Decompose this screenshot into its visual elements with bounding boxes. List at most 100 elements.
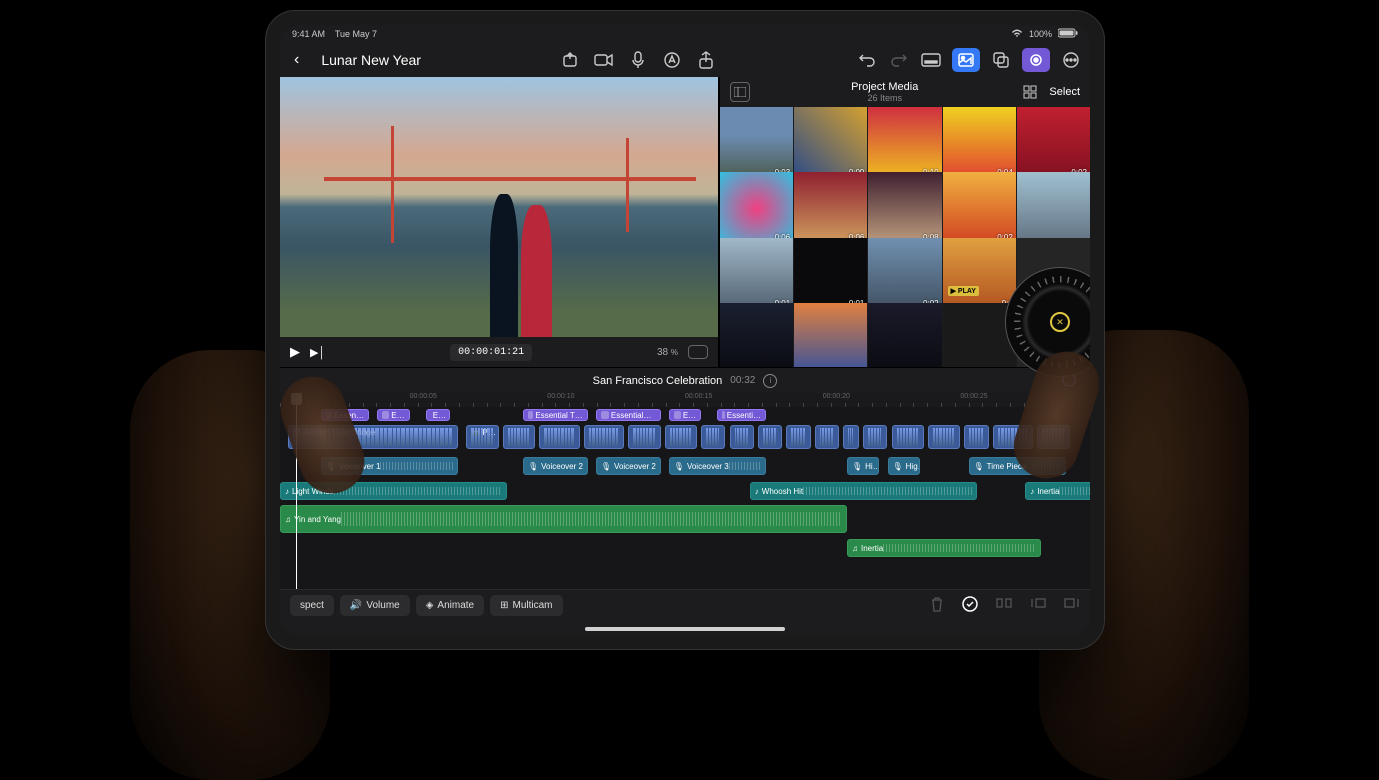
clip-video-clip[interactable]: [503, 425, 535, 449]
clip-video-clip[interactable]: [964, 425, 988, 449]
media-thumbnail[interactable]: 0:06: [720, 172, 793, 245]
redo-icon[interactable]: [888, 49, 910, 71]
trim-end-icon[interactable]: [1064, 596, 1080, 615]
clip-video-clip[interactable]: [665, 425, 697, 449]
clip-video-clip[interactable]: [539, 425, 580, 449]
home-indicator[interactable]: [585, 627, 785, 631]
timeline-ruler[interactable]: 00:00:0500:00:1000:00:1500:00:2000:00:25: [280, 393, 1090, 407]
share-icon[interactable]: [695, 49, 717, 71]
sidebar-toggle-icon[interactable]: [730, 82, 750, 102]
volume-button[interactable]: 🔊Volume: [340, 595, 410, 616]
timecode[interactable]: 00:00:01:21: [450, 344, 532, 361]
clip-video-clip[interactable]: [815, 425, 839, 449]
ruler-mark: 00:00:25: [960, 393, 987, 400]
camera-icon[interactable]: [593, 49, 615, 71]
split-icon[interactable]: [996, 596, 1012, 615]
inspect-button[interactable]: spect: [290, 595, 334, 616]
trash-icon[interactable]: [930, 596, 944, 615]
clip-audio-vo-clip[interactable]: 🎙Hi…: [847, 457, 879, 475]
play-badge: ▶ PLAY: [948, 286, 979, 296]
clip-video-clip[interactable]: [892, 425, 924, 449]
more-icon[interactable]: [1060, 49, 1082, 71]
checkmark-icon[interactable]: [962, 596, 978, 615]
multicam-button[interactable]: ⊞Multicam: [490, 595, 562, 616]
timeline-title: San Francisco Celebration: [593, 375, 723, 387]
viewer-canvas[interactable]: [280, 77, 718, 337]
clip-video-clip[interactable]: [701, 425, 725, 449]
zoom-percent[interactable]: 38 %: [657, 347, 678, 358]
media-thumbnail[interactable]: [720, 303, 793, 367]
media-thumbnail[interactable]: 0:06: [794, 172, 867, 245]
media-thumbnail[interactable]: 0:08: [868, 172, 941, 245]
next-edit-button[interactable]: ▶│: [310, 346, 325, 359]
media-thumbnail[interactable]: 0:10: [868, 107, 941, 180]
media-thumbnail[interactable]: 0:04: [943, 107, 1016, 180]
bottom-toolbar: spect 🔊Volume ◈Animate ⊞Multicam: [280, 589, 1090, 621]
clip-audio-music-clip[interactable]: ♫Yin and Yang: [280, 505, 847, 533]
select-button[interactable]: Select: [1049, 86, 1080, 98]
clip-audio-vo-clip[interactable]: 🎙Voiceover 2: [523, 457, 588, 475]
media-thumbnail[interactable]: 0:02: [868, 238, 941, 311]
status-time: 9:41 AM: [292, 29, 325, 39]
timeline-header: San Francisco Celebration 00:32 i: [280, 367, 1090, 393]
grid-icon: ⊞: [500, 600, 508, 611]
clip-audio-vo-clip[interactable]: 🎙Voiceover 2: [596, 457, 661, 475]
clip-audio-sfx-clip[interactable]: ♪Inertia: [1025, 482, 1090, 500]
play-button[interactable]: ▶: [290, 344, 300, 360]
clip-title-clip[interactable]: Essential T…: [523, 409, 588, 421]
timeline[interactable]: 00:00:0500:00:1000:00:1500:00:2000:00:25…: [280, 393, 1090, 589]
clip-video-clip[interactable]: [758, 425, 782, 449]
media-thumbnail[interactable]: 0:02: [1017, 107, 1090, 180]
trim-start-icon[interactable]: [1030, 596, 1046, 615]
clip-title-clip[interactable]: Essenti…: [717, 409, 766, 421]
clip-audio-sfx-clip[interactable]: ♪Whoosh Hit: [750, 482, 977, 500]
overlay-icon[interactable]: [990, 49, 1012, 71]
wifi-icon: [1011, 29, 1023, 40]
clip-video-clip[interactable]: [786, 425, 810, 449]
clip-video-clip[interactable]: [928, 425, 960, 449]
import-icon[interactable]: [559, 49, 581, 71]
status-right: 100%: [1011, 28, 1078, 40]
top-toolbar: ‹ Lunar New Year: [280, 43, 1090, 77]
info-icon[interactable]: i: [763, 374, 777, 388]
battery-pct: 100%: [1029, 29, 1052, 39]
settings-icon[interactable]: [1022, 48, 1050, 72]
clip-title-clip[interactable]: E…: [426, 409, 450, 421]
grid-view-icon[interactable]: [1019, 81, 1041, 103]
clip-audio-music-clip[interactable]: ♫Inertia: [847, 539, 1041, 557]
media-thumbnail[interactable]: 0:01: [720, 238, 793, 311]
fit-button[interactable]: [688, 345, 708, 359]
status-bar: 9:41 AM Tue May 7 100%: [280, 25, 1090, 43]
mic-icon[interactable]: [627, 49, 649, 71]
media-thumbnail[interactable]: [1017, 172, 1090, 245]
clip-audio-vo-clip[interactable]: 🎙Hig…: [888, 457, 920, 475]
clip-audio-vo-clip[interactable]: 🎙Voiceover 3: [669, 457, 766, 475]
clip-video-clip[interactable]: [628, 425, 660, 449]
clip-title-clip[interactable]: E…: [669, 409, 701, 421]
media-thumbnail[interactable]: [794, 303, 867, 367]
clip-video-clip[interactable]: 📹 P…: [466, 425, 498, 449]
display-icon[interactable]: [920, 49, 942, 71]
media-thumbnail[interactable]: 0:09: [794, 107, 867, 180]
clip-title-clip[interactable]: Essential…: [596, 409, 661, 421]
clip-video-clip[interactable]: [863, 425, 887, 449]
clip-video-clip[interactable]: [843, 425, 859, 449]
status-left: 9:41 AM Tue May 7: [292, 29, 377, 39]
diamond-icon: ◈: [426, 600, 434, 611]
auto-icon[interactable]: [661, 49, 683, 71]
close-icon[interactable]: ✕: [1050, 312, 1070, 332]
media-thumbnail[interactable]: 0:01: [794, 238, 867, 311]
project-title[interactable]: Lunar New Year: [321, 52, 421, 68]
undo-icon[interactable]: [856, 49, 878, 71]
media-thumbnail[interactable]: 0:0▶ PLAY: [943, 238, 1016, 311]
titles-track: Essen…E…E…Essential T…Essential…E…Essent…: [280, 409, 1090, 421]
clip-title-clip[interactable]: E…: [377, 409, 409, 421]
photo-library-icon[interactable]: [952, 48, 980, 72]
media-thumbnail[interactable]: 0:03: [720, 107, 793, 180]
animate-button[interactable]: ◈Animate: [416, 595, 484, 616]
back-button[interactable]: ‹: [288, 51, 305, 69]
clip-video-clip[interactable]: [584, 425, 625, 449]
media-thumbnail[interactable]: 0:02: [943, 172, 1016, 245]
media-thumbnail[interactable]: [868, 303, 941, 367]
clip-video-clip[interactable]: [730, 425, 754, 449]
